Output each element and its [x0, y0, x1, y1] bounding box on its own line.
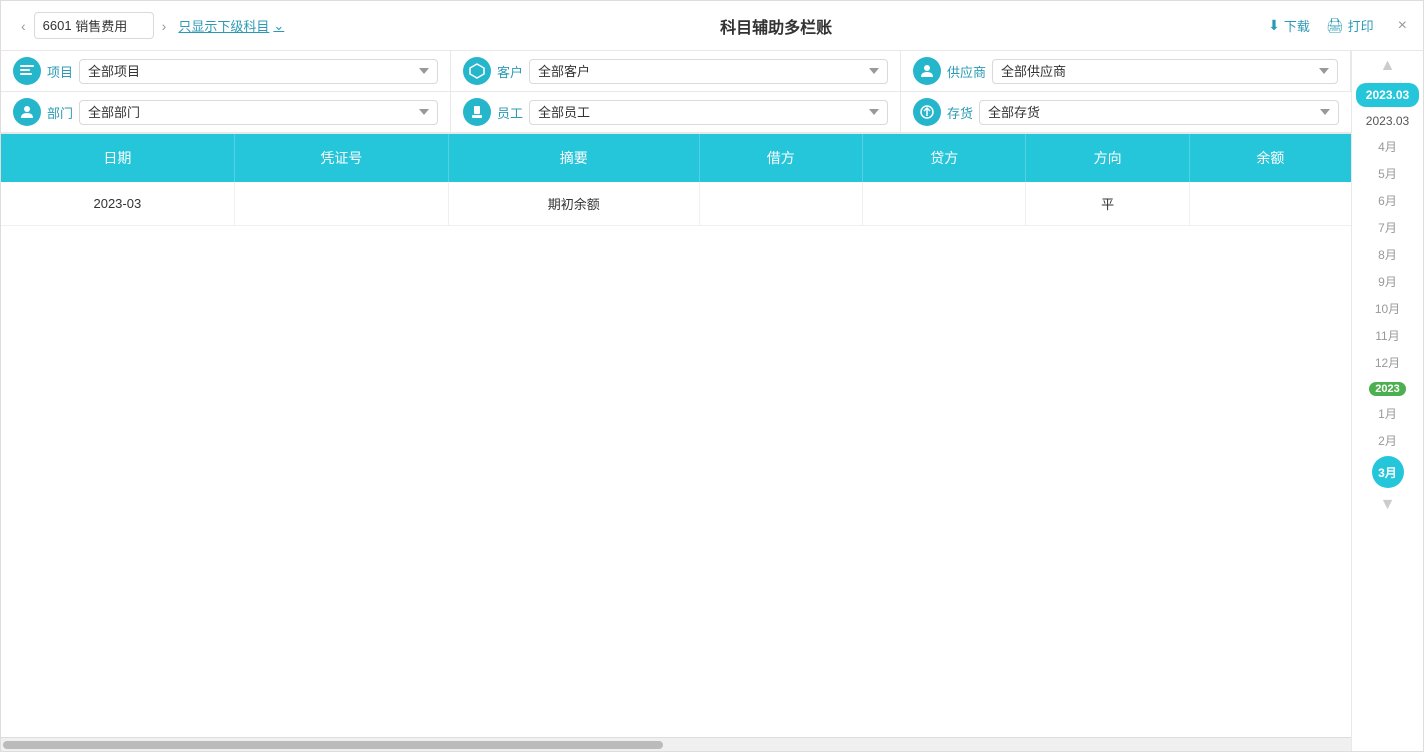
close-button[interactable]: × [1398, 17, 1407, 35]
timeline-up-arrow[interactable]: ▲ [1352, 51, 1423, 81]
year-badge: 2023 [1369, 382, 1405, 396]
customer-icon [463, 57, 491, 85]
cell-balance [1189, 182, 1351, 226]
filter-department: 部门 全部部门 [1, 92, 451, 133]
prev-account-arrow[interactable]: ‹ [17, 16, 30, 36]
data-table: 日期 凭证号 摘要 借方 贷方 方向 余额 2023-03 [1, 134, 1351, 226]
customer-label: 客户 [497, 62, 523, 81]
print-button[interactable]: 🖨 打印 [1326, 16, 1374, 35]
timeline-item-9[interactable]: 9月 [1352, 268, 1423, 295]
inventory-label: 存货 [947, 103, 973, 122]
filter-inventory: 存货 全部存货 [901, 92, 1351, 133]
project-label: 项目 [47, 62, 73, 81]
show-sub-button[interactable]: 只显示下级科目 ⌄ [178, 16, 284, 35]
table-container: 日期 凭证号 摘要 借方 贷方 方向 余额 2023-03 [1, 134, 1351, 706]
timeline-item-11[interactable]: 11月 [1352, 322, 1423, 349]
col-credit: 贷方 [863, 134, 1026, 182]
bottom-scrollbar[interactable] [1, 737, 1351, 751]
content-wrapper: 项目 全部项目 客户 全部客户 [1, 51, 1423, 751]
timeline-item-3-current[interactable]: 3月 [1372, 456, 1404, 488]
col-voucher: 凭证号 [234, 134, 448, 182]
print-label: 打印 [1348, 16, 1374, 35]
account-name: 销售费用 [75, 16, 127, 35]
cell-credit [863, 182, 1026, 226]
department-label: 部门 [47, 103, 73, 122]
header-bar: ‹ 6601 销售费用 › 只显示下级科目 ⌄ 科目辅助多栏账 ⬇ 下载 🖨 打… [1, 1, 1423, 51]
timeline-item-year-2023[interactable]: 2023 [1352, 376, 1423, 400]
col-debit: 借方 [699, 134, 862, 182]
project-select[interactable]: 全部项目 [79, 59, 438, 84]
customer-select[interactable]: 全部客户 [529, 59, 888, 84]
supplier-select[interactable]: 全部供应商 [992, 59, 1338, 84]
timeline-item-6[interactable]: 6月 [1352, 187, 1423, 214]
col-direction: 方向 [1026, 134, 1189, 182]
inventory-select[interactable]: 全部存货 [979, 100, 1339, 125]
header-actions: ⬇ 下载 🖨 打印 × [1268, 16, 1407, 35]
page-title: 科目辅助多栏账 [284, 14, 1268, 38]
department-icon [13, 98, 41, 126]
timeline-item-2023-03-second[interactable]: 2023.03 [1352, 109, 1423, 133]
filter-supplier: 供应商 全部供应商 [901, 51, 1351, 92]
timeline-item-8[interactable]: 8月 [1352, 241, 1423, 268]
project-icon [13, 57, 41, 85]
timeline-item-2023-03-first[interactable]: 2023.03 [1356, 83, 1419, 107]
account-code: 6601 [43, 18, 72, 33]
cell-date: 2023-03 [1, 182, 234, 226]
timeline-down-arrow[interactable]: ▼ [1352, 490, 1423, 520]
supplier-icon [913, 57, 941, 85]
supplier-label: 供应商 [947, 62, 986, 81]
timeline-item-12[interactable]: 12月 [1352, 349, 1423, 376]
cell-voucher [234, 182, 448, 226]
col-balance: 余额 [1189, 134, 1351, 182]
timeline-item-1[interactable]: 1月 [1352, 400, 1423, 427]
next-account-arrow[interactable]: › [158, 16, 171, 36]
main-window: ‹ 6601 销售费用 › 只显示下级科目 ⌄ 科目辅助多栏账 ⬇ 下载 🖨 打… [0, 0, 1424, 752]
employee-icon [463, 98, 491, 126]
timeline-sidebar: ▲ 2023.03 2023.03 4月 5月 6月 7月 8月 9月 10月 … [1351, 51, 1423, 751]
inventory-icon [913, 98, 941, 126]
main-content: 项目 全部项目 客户 全部客户 [1, 51, 1423, 751]
filter-project: 项目 全部项目 [1, 51, 451, 92]
employee-label: 员工 [497, 103, 523, 122]
table-header-row: 日期 凭证号 摘要 借方 贷方 方向 余额 [1, 134, 1351, 182]
filter-customer: 客户 全部客户 [451, 51, 901, 92]
cell-debit [699, 182, 862, 226]
employee-select[interactable]: 全部员工 [529, 100, 888, 125]
col-summary: 摘要 [448, 134, 699, 182]
timeline-item-2[interactable]: 2月 [1352, 427, 1423, 454]
table-row: 2023-03 期初余额 平 [1, 182, 1351, 226]
scrollbar-thumb [3, 741, 663, 749]
timeline-item-7[interactable]: 7月 [1352, 214, 1423, 241]
show-sub-dropdown-arrow: ⌄ [273, 18, 284, 34]
print-icon: 🖨 [1326, 17, 1344, 34]
download-button[interactable]: ⬇ 下载 [1268, 16, 1310, 35]
timeline-item-5[interactable]: 5月 [1352, 160, 1423, 187]
cell-summary: 期初余额 [448, 182, 699, 226]
account-code-label: 6601 销售费用 [34, 12, 154, 39]
show-sub-label: 只显示下级科目 [178, 16, 269, 35]
download-icon: ⬇ [1268, 17, 1280, 34]
filter-employee: 员工 全部员工 [451, 92, 901, 133]
filter-bar: 项目 全部项目 客户 全部客户 [1, 51, 1351, 134]
timeline-item-4[interactable]: 4月 [1352, 133, 1423, 160]
download-label: 下载 [1284, 16, 1310, 35]
col-date: 日期 [1, 134, 234, 182]
department-select[interactable]: 全部部门 [79, 100, 438, 125]
timeline-item-10[interactable]: 10月 [1352, 295, 1423, 322]
cell-direction: 平 [1026, 182, 1189, 226]
